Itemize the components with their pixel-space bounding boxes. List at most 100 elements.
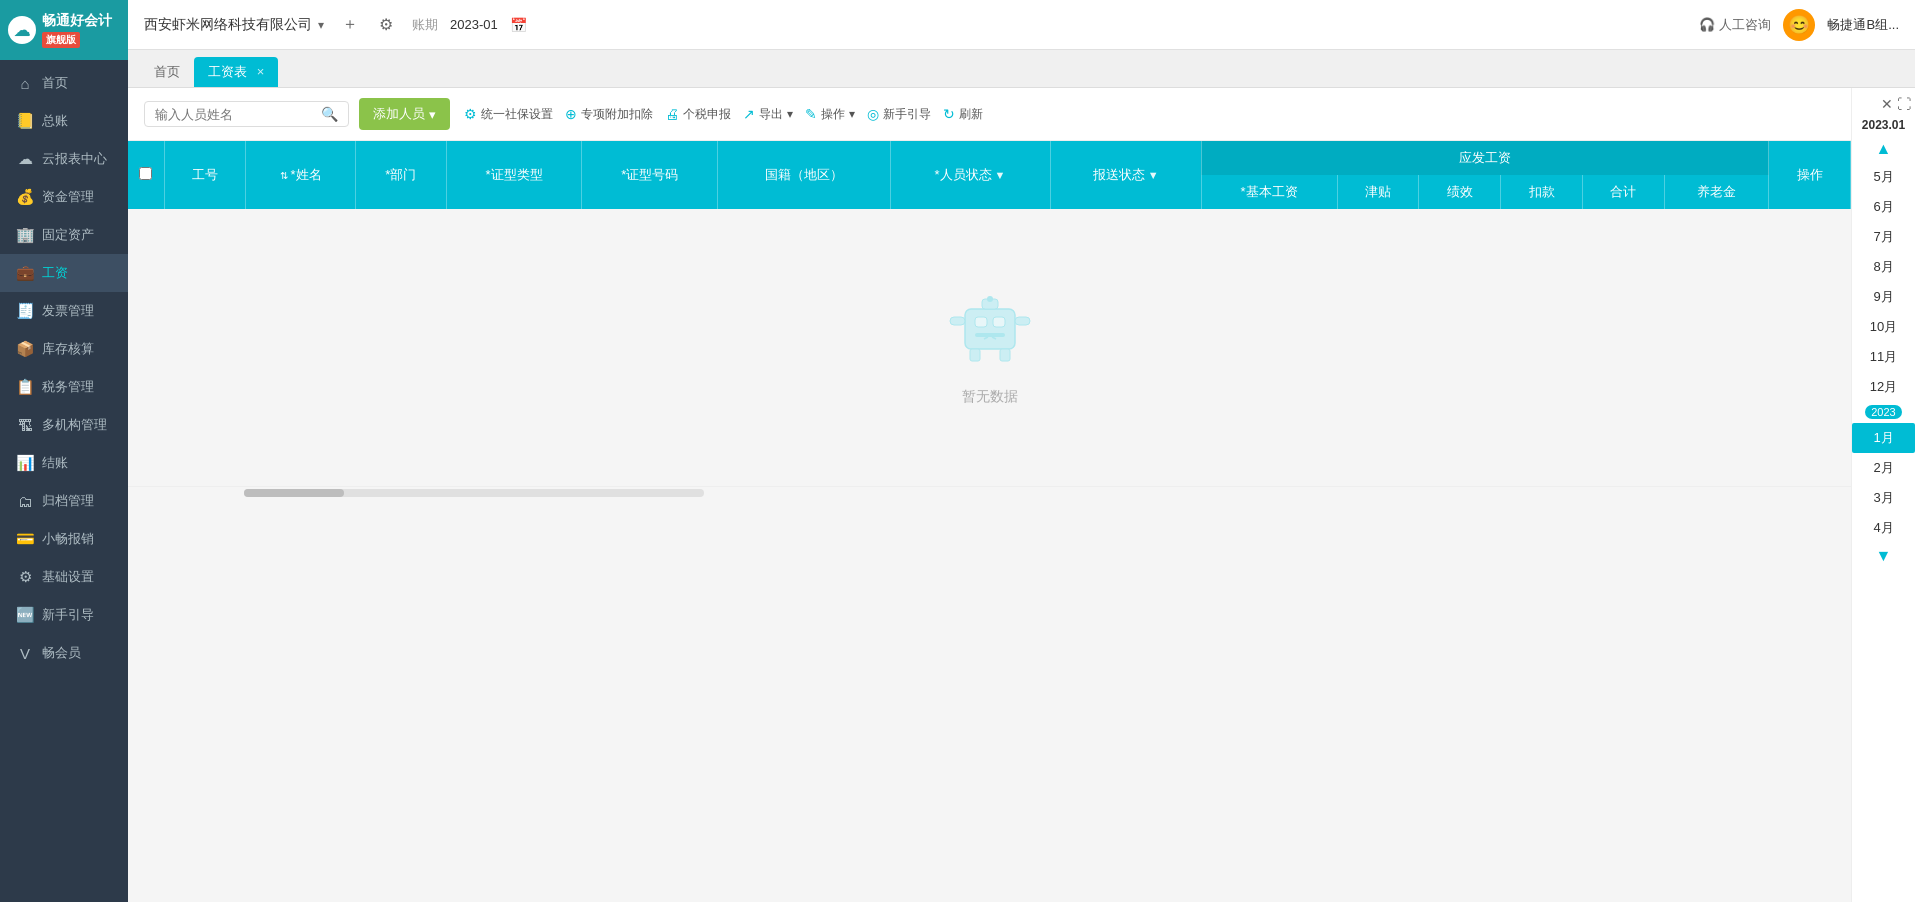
sidebar-nav: ⌂ 首页 📒 总账 ☁ 云报表中心 💰 资金管理 🏢 固定资产 💼 工资 🧾 发… (0, 60, 128, 902)
month-9[interactable]: 9月 (1852, 282, 1915, 312)
toolbar-right: ⚙ 统一社保设置 ⊕ 专项附加扣除 🖨 个税申报 ↗ 导出 ▾ (464, 106, 983, 123)
svg-rect-3 (975, 333, 1005, 337)
sidebar-item-multi-org[interactable]: 🏗 多机构管理 (0, 406, 128, 444)
sidebar-item-cloud-report[interactable]: ☁ 云报表中心 (0, 140, 128, 178)
sidebar-item-guide[interactable]: 🆕 新手引导 (0, 596, 128, 634)
filter-icon-report: ▼ (1148, 169, 1159, 181)
tax-report-action[interactable]: 🖨 个税申报 (665, 106, 731, 123)
nav-icon-inventory: 📦 (16, 340, 34, 358)
social-insurance-action[interactable]: ⚙ 统一社保设置 (464, 106, 553, 123)
deduction-label: 专项附加扣除 (581, 106, 653, 123)
search-input[interactable] (155, 107, 315, 122)
tab-salary-close[interactable]: × (257, 64, 265, 79)
empty-icon (940, 289, 1040, 372)
th-pension: 养老金 (1664, 175, 1768, 209)
scroll-up-button[interactable]: ▲ (1852, 136, 1915, 162)
sidebar: ☁ 畅通好会计 旗舰版 ⌂ 首页 📒 总账 ☁ 云报表中心 💰 资金管理 🏢 固… (0, 0, 128, 902)
sidebar-item-close[interactable]: 📊 结账 (0, 444, 128, 482)
social-insurance-label: 统一社保设置 (481, 106, 553, 123)
export-label: 导出 (759, 106, 783, 123)
sidebar-item-archive[interactable]: 🗂 归档管理 (0, 482, 128, 520)
sidebar-item-expense[interactable]: 💳 小畅报销 (0, 520, 128, 558)
nav-icon-invoice: 🧾 (16, 302, 34, 320)
th-no: 工号 (164, 141, 246, 209)
logo-title: 畅通好会计 (42, 12, 112, 30)
salary-table: 工号 ⇅ *姓名 *部门 *证型类型 *证型号码 国籍（地区） (128, 141, 1851, 209)
nav-icon-expense: 💳 (16, 530, 34, 548)
company-selector[interactable]: 西安虾米网络科技有限公司 ▾ (144, 16, 324, 34)
tab-salary-label: 工资表 (208, 64, 247, 79)
nav-label-invoice: 发票管理 (42, 302, 94, 320)
logo-text-block: 畅通好会计 旗舰版 (42, 12, 112, 48)
app-logo: ☁ 畅通好会计 旗舰版 (0, 0, 128, 60)
sidebar-item-ledger[interactable]: 📒 总账 (0, 102, 128, 140)
month-10[interactable]: 10月 (1852, 312, 1915, 342)
month-11[interactable]: 11月 (1852, 342, 1915, 372)
svg-rect-2 (993, 317, 1005, 327)
nav-label-guide: 新手引导 (42, 606, 94, 624)
support-button[interactable]: 🎧 人工咨询 (1699, 16, 1771, 34)
logo-tag: 旗舰版 (42, 32, 80, 48)
nav-icon-salary: 💼 (16, 264, 34, 282)
add-person-chevron: ▾ (429, 107, 436, 122)
sidebar-item-settings[interactable]: ⚙ 基础设置 (0, 558, 128, 596)
th-total: 合计 (1582, 175, 1664, 209)
sort-icon: ⇅ (280, 170, 288, 181)
nav-label-fixed-assets: 固定资产 (42, 226, 94, 244)
sidebar-item-fixed-assets[interactable]: 🏢 固定资产 (0, 216, 128, 254)
settings-icon[interactable]: ⚙ (372, 11, 400, 39)
panel-close-icon[interactable]: ✕ (1881, 96, 1893, 112)
refresh-action[interactable]: ↻ 刷新 (943, 106, 983, 123)
month-12[interactable]: 12月 (1852, 372, 1915, 402)
tab-home[interactable]: 首页 (140, 57, 194, 87)
nav-label-inventory: 库存核算 (42, 340, 94, 358)
nav-label-close: 结账 (42, 454, 68, 472)
sidebar-item-member[interactable]: V 畅会员 (0, 634, 128, 672)
operations-action[interactable]: ✎ 操作 ▾ (805, 106, 855, 123)
nav-icon-cloud-report: ☁ (16, 150, 34, 168)
tab-salary[interactable]: 工资表 × (194, 57, 278, 87)
select-all-checkbox[interactable] (139, 167, 152, 180)
year-badge: 2023 (1865, 405, 1901, 419)
month-8[interactable]: 8月 (1852, 252, 1915, 282)
month-2[interactable]: 2月 (1852, 453, 1915, 483)
panel-expand-icon[interactable]: ⛶ (1897, 96, 1911, 112)
nav-icon-member: V (16, 645, 34, 662)
sidebar-item-salary[interactable]: 💼 工资 (0, 254, 128, 292)
nav-label-tax: 税务管理 (42, 378, 94, 396)
svg-rect-7 (1015, 317, 1030, 325)
new-guide-action[interactable]: ◎ 新手引导 (867, 106, 931, 123)
toolbar: 🔍 添加人员 ▾ ⚙ 统一社保设置 ⊕ 专项附加扣除 � (128, 88, 1851, 141)
deduction-action[interactable]: ⊕ 专项附加扣除 (565, 106, 653, 123)
th-cert-type: *证型类型 (446, 141, 582, 209)
operations-icon: ✎ (805, 106, 817, 122)
add-person-button[interactable]: 添加人员 ▾ (359, 98, 450, 130)
svg-rect-0 (965, 309, 1015, 349)
sidebar-item-invoice[interactable]: 🧾 发票管理 (0, 292, 128, 330)
sidebar-item-fund[interactable]: 💰 资金管理 (0, 178, 128, 216)
th-salary-group: 应发工资 (1201, 141, 1768, 175)
export-chevron: ▾ (787, 107, 793, 121)
sidebar-item-inventory[interactable]: 📦 库存核算 (0, 330, 128, 368)
period-value: 2023-01 (450, 17, 498, 32)
svg-point-5 (987, 296, 993, 302)
sidebar-item-home[interactable]: ⌂ 首页 (0, 64, 128, 102)
month-1[interactable]: 1月 (1852, 423, 1915, 453)
month-6[interactable]: 6月 (1852, 192, 1915, 222)
month-4[interactable]: 4月 (1852, 513, 1915, 543)
month-3[interactable]: 3月 (1852, 483, 1915, 513)
guide-icon: ◎ (867, 106, 879, 122)
calendar-icon[interactable]: 📅 (510, 17, 527, 33)
add-company-icon[interactable]: ＋ (336, 11, 364, 39)
month-7[interactable]: 7月 (1852, 222, 1915, 252)
th-allowance: 津贴 (1337, 175, 1419, 209)
scroll-down-button[interactable]: ▼ (1852, 543, 1915, 569)
company-dropdown-icon: ▾ (318, 18, 324, 32)
search-wrap: 🔍 (144, 101, 349, 127)
th-name: ⇅ *姓名 (246, 141, 356, 209)
export-action[interactable]: ↗ 导出 ▾ (743, 106, 793, 123)
nav-label-cloud-report: 云报表中心 (42, 150, 107, 168)
nav-label-multi-org: 多机构管理 (42, 416, 107, 434)
month-5[interactable]: 5月 (1852, 162, 1915, 192)
sidebar-item-tax[interactable]: 📋 税务管理 (0, 368, 128, 406)
